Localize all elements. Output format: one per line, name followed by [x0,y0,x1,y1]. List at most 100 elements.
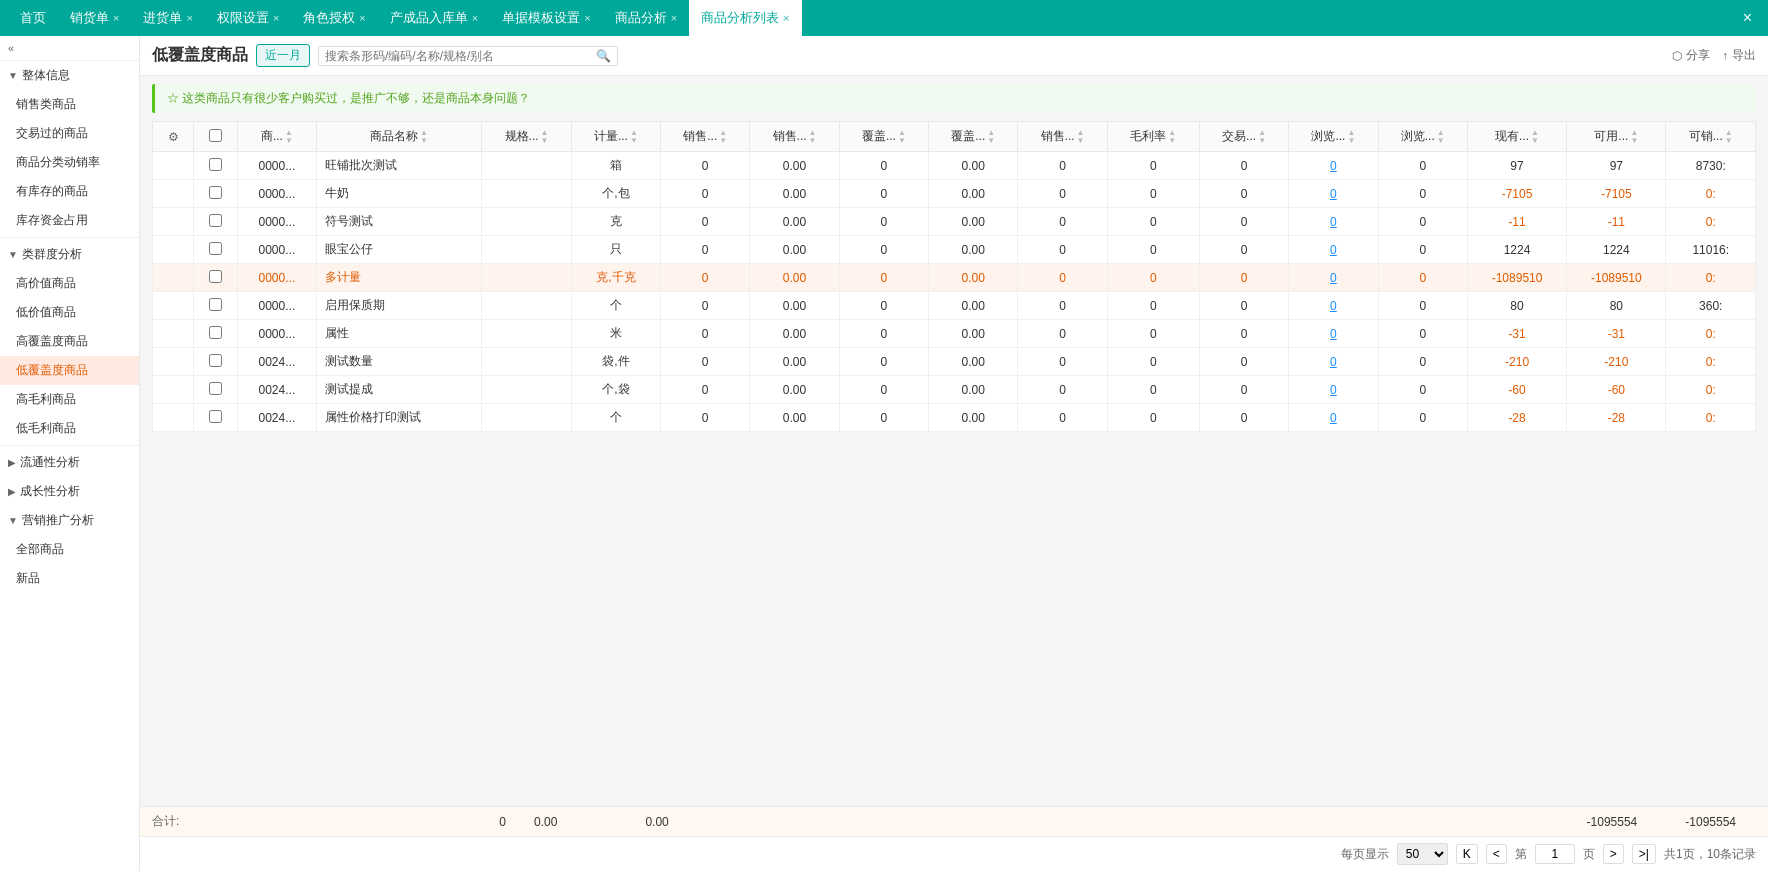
row-select-checkbox[interactable] [209,242,222,255]
name-sort-arrows[interactable]: ▲▼ [420,129,428,145]
sidebar-section-growth[interactable]: ▶ 成长性分析 [0,477,139,506]
th-sellable[interactable]: 可销...▲▼ [1666,122,1756,152]
sidebar-item-category-velocity[interactable]: 商品分类动销率 [0,148,139,177]
prev-page-button[interactable]: < [1486,844,1507,864]
browse-link[interactable]: 0 [1330,327,1337,341]
row-select-checkbox[interactable] [209,326,222,339]
window-close-button[interactable]: × [1735,9,1760,27]
sellable-sort-arrows[interactable]: ▲▼ [1725,129,1733,145]
sidebar-section-group-analysis[interactable]: ▼ 类群度分析 [0,240,139,269]
row-browse1[interactable]: 0 [1289,320,1378,348]
th-sales1[interactable]: 销售...▲▼ [661,122,750,152]
nav-product-analysis-list-close[interactable]: × [783,12,789,24]
spec-sort-arrows[interactable]: ▲▼ [541,129,549,145]
nav-permissions[interactable]: 权限设置 × [205,0,291,36]
nav-sales-order[interactable]: 销货单 × [58,0,131,36]
nav-purchase-order-close[interactable]: × [186,12,192,24]
th-cover2[interactable]: 覆盖...▲▼ [929,122,1018,152]
th-sales2[interactable]: 销售...▲▼ [750,122,839,152]
next-page-button[interactable]: > [1603,844,1624,864]
nav-purchase-order[interactable]: 进货单 × [131,0,204,36]
sales1-sort-arrows[interactable]: ▲▼ [719,129,727,145]
browse-link[interactable]: 0 [1330,299,1337,313]
nav-product-analysis[interactable]: 商品分析 × [603,0,689,36]
browse-link[interactable]: 0 [1330,243,1337,257]
sidebar-item-in-stock[interactable]: 有库存的商品 [0,177,139,206]
row-select-checkbox[interactable] [209,214,222,227]
sidebar-section-circulation[interactable]: ▶ 流通性分析 [0,448,139,477]
row-select-checkbox[interactable] [209,354,222,367]
th-browse2[interactable]: 浏览...▲▼ [1378,122,1467,152]
sales3-sort-arrows[interactable]: ▲▼ [1077,129,1085,145]
row-browse1[interactable]: 0 [1289,152,1378,180]
sidebar-section-overall[interactable]: ▼ 整体信息 [0,61,139,90]
browse-link[interactable]: 0 [1330,187,1337,201]
browse-link[interactable]: 0 [1330,411,1337,425]
nav-role-auth-close[interactable]: × [359,12,365,24]
cover1-sort-arrows[interactable]: ▲▼ [898,129,906,145]
browse2-sort-arrows[interactable]: ▲▼ [1437,129,1445,145]
sidebar-section-marketing[interactable]: ▼ 营销推广分析 [0,506,139,535]
table-container[interactable]: ⚙ 商...▲▼ 商品名称▲▼ 规格...▲▼ 计量...▲▼ 销售...▲▼ … [140,121,1768,806]
current-sort-arrows[interactable]: ▲▼ [1531,129,1539,145]
row-checkbox[interactable] [194,236,238,264]
available-sort-arrows[interactable]: ▲▼ [1630,129,1638,145]
browse-link[interactable]: 0 [1330,159,1337,173]
sidebar-item-low-coverage[interactable]: 低覆盖度商品 [0,356,139,385]
th-name[interactable]: 商品名称▲▼ [316,122,482,152]
row-checkbox[interactable] [194,404,238,432]
browse1-sort-arrows[interactable]: ▲▼ [1347,129,1355,145]
row-checkbox[interactable] [194,180,238,208]
sidebar-collapse-btn[interactable]: « [8,42,14,54]
browse-link[interactable]: 0 [1330,355,1337,369]
sidebar-item-low-margin[interactable]: 低毛利商品 [0,414,139,443]
row-checkbox[interactable] [194,264,238,292]
th-code[interactable]: 商...▲▼ [238,122,317,152]
select-all-checkbox[interactable] [209,129,222,142]
sidebar-item-traded-products[interactable]: 交易过的商品 [0,119,139,148]
row-browse1[interactable]: 0 [1289,208,1378,236]
row-checkbox[interactable] [194,348,238,376]
sidebar-item-high-value[interactable]: 高价值商品 [0,269,139,298]
nav-product-storage[interactable]: 产成品入库单 × [378,0,490,36]
nav-template-settings-close[interactable]: × [584,12,590,24]
unit-sort-arrows[interactable]: ▲▼ [630,129,638,145]
th-trade[interactable]: 交易...▲▼ [1199,122,1288,152]
sales2-sort-arrows[interactable]: ▲▼ [809,129,817,145]
th-sales3[interactable]: 销售...▲▼ [1018,122,1107,152]
nav-product-analysis-list[interactable]: 商品分析列表 × [689,0,801,36]
th-spec[interactable]: 规格...▲▼ [482,122,571,152]
search-input[interactable] [325,49,596,63]
row-checkbox[interactable] [194,208,238,236]
row-checkbox[interactable] [194,292,238,320]
page-number-input[interactable] [1535,844,1575,864]
th-unit[interactable]: 计量...▲▼ [571,122,660,152]
nav-role-auth[interactable]: 角色授权 × [291,0,377,36]
row-select-checkbox[interactable] [209,186,222,199]
row-browse1[interactable]: 0 [1289,404,1378,432]
nav-sales-order-close[interactable]: × [113,12,119,24]
th-cover1[interactable]: 覆盖...▲▼ [839,122,928,152]
th-settings[interactable]: ⚙ [153,122,194,152]
th-available[interactable]: 可用...▲▼ [1567,122,1666,152]
time-filter-button[interactable]: 近一月 [256,44,310,67]
search-icon[interactable]: 🔍 [596,49,611,63]
th-current[interactable]: 现有...▲▼ [1467,122,1566,152]
row-select-checkbox[interactable] [209,158,222,171]
row-browse1[interactable]: 0 [1289,348,1378,376]
settings-icon[interactable]: ⚙ [168,130,179,144]
share-button[interactable]: ⬡ 分享 [1672,47,1710,64]
browse-link[interactable]: 0 [1330,271,1337,285]
sidebar-item-new-products[interactable]: 新品 [0,564,139,593]
row-browse1[interactable]: 0 [1289,292,1378,320]
sidebar-item-high-margin[interactable]: 高毛利商品 [0,385,139,414]
code-sort-arrows[interactable]: ▲▼ [285,129,293,145]
nav-template-settings[interactable]: 单据模板设置 × [490,0,602,36]
row-select-checkbox[interactable] [209,270,222,283]
nav-product-storage-close[interactable]: × [472,12,478,24]
row-select-checkbox[interactable] [209,410,222,423]
export-button[interactable]: ↑ 导出 [1722,47,1756,64]
sidebar-item-sales-products[interactable]: 销售类商品 [0,90,139,119]
last-page-button[interactable]: >| [1632,844,1656,864]
row-checkbox[interactable] [194,320,238,348]
